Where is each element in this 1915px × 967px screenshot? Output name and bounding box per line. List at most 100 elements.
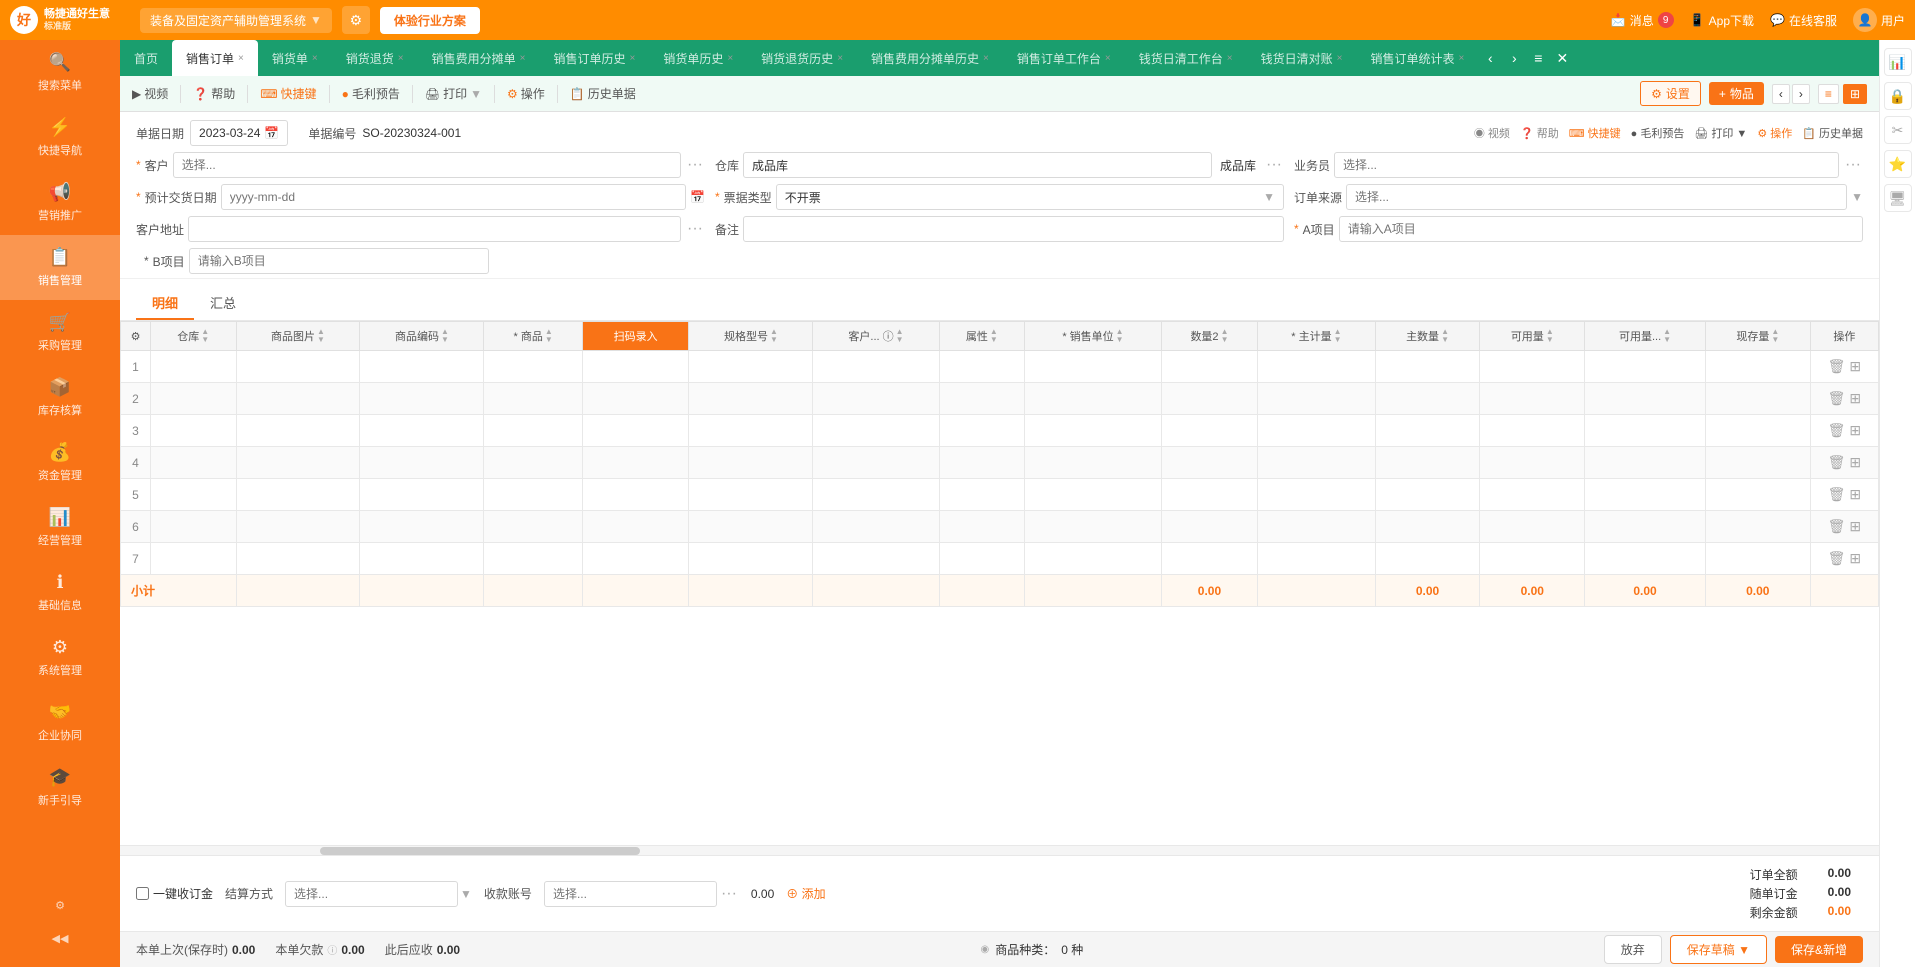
th-qty2[interactable]: 数量2 ▲▼ [1161, 322, 1257, 351]
print-link[interactable]: 🖨 打印 ▼ [1694, 125, 1747, 141]
cell-spec-3[interactable] [689, 415, 813, 447]
cell-barcode-4[interactable] [582, 447, 689, 479]
th-unit[interactable]: * 销售单位 ▲▼ [1025, 322, 1162, 351]
cell-qty2-2[interactable] [1161, 383, 1257, 415]
user-avatar[interactable]: 👤 用户 [1853, 8, 1905, 32]
cell-unit-2[interactable] [1025, 383, 1162, 415]
date-input[interactable]: 2023-03-24 📅 [190, 120, 288, 146]
cell-avail-4[interactable] [1480, 447, 1585, 479]
sidebar-item-info[interactable]: ℹ 基础信息 [0, 560, 120, 625]
sidebar-item-finance[interactable]: 💰 资金管理 [0, 430, 120, 495]
th-image[interactable]: 商品图片 ▲▼ [236, 322, 360, 351]
cell-avail2-2[interactable] [1585, 383, 1706, 415]
scroll-bar[interactable] [120, 845, 1879, 855]
delete-icon-3[interactable]: 🗑 [1828, 422, 1846, 439]
cell-mqty-3[interactable] [1375, 415, 1480, 447]
customer-more-btn[interactable]: ··· [685, 156, 705, 174]
cell-avail-3[interactable] [1480, 415, 1585, 447]
tab-close-sales-stats[interactable]: × [1458, 53, 1464, 64]
th-avail[interactable]: 可用量 ▲▼ [1480, 322, 1585, 351]
cell-code-7[interactable] [360, 543, 484, 575]
delete-icon-5[interactable]: 🗑 [1828, 486, 1846, 503]
right-icon-lock[interactable]: 🔒 [1884, 82, 1912, 110]
cell-stock-5[interactable] [1705, 479, 1810, 511]
cell-attr-1[interactable] [939, 351, 1025, 383]
a-project-input[interactable] [1339, 216, 1863, 242]
cell-spec-1[interactable] [689, 351, 813, 383]
cell-mqty-7[interactable] [1375, 543, 1480, 575]
customer-input[interactable] [173, 152, 681, 178]
sidebar-item-inventory[interactable]: 📦 库存核算 [0, 365, 120, 430]
sidebar-item-purchase[interactable]: 🛒 采购管理 [0, 300, 120, 365]
profit-link[interactable]: ● 毛利预告 [1631, 125, 1685, 141]
tab-close-expense-history[interactable]: × [983, 53, 989, 64]
cell-mqty-1[interactable] [1375, 351, 1480, 383]
cell-ccode-7[interactable] [813, 543, 939, 575]
toolbar-shortcut[interactable]: ⌨ 快捷键 [260, 85, 316, 102]
th-settings[interactable]: ⚙ [121, 322, 151, 351]
right-icon-chart[interactable]: 📊 [1884, 48, 1912, 76]
prev-form-btn[interactable]: ‹ [1772, 84, 1790, 104]
cell-avail-7[interactable] [1480, 543, 1585, 575]
cell-munit-3[interactable] [1258, 415, 1376, 447]
cell-avail-1[interactable] [1480, 351, 1585, 383]
cell-warehouse-3[interactable] [151, 415, 237, 447]
tab-daily-workbench[interactable]: 钱货日清工作台 × [1125, 40, 1247, 76]
copy-icon-6[interactable]: ⊞ [1849, 518, 1861, 535]
cell-barcode-2[interactable] [582, 383, 689, 415]
industry-btn[interactable]: 体验行业方案 [380, 7, 480, 34]
order-source-input[interactable] [1346, 184, 1847, 210]
delivery-input[interactable] [221, 184, 686, 210]
tab-close-daily-workbench[interactable]: × [1227, 53, 1233, 64]
tab-close-order-history[interactable]: × [629, 53, 635, 64]
shortcut-link[interactable]: ⌨ 快捷键 [1569, 125, 1621, 141]
cell-attr-7[interactable] [939, 543, 1025, 575]
cell-goods-4[interactable] [484, 447, 582, 479]
operate-link[interactable]: ⚙ 操作 [1757, 125, 1792, 141]
sidebar-gear-btn[interactable]: ⚙ [0, 889, 120, 922]
b-project-input[interactable] [189, 248, 489, 274]
cell-ccode-3[interactable] [813, 415, 939, 447]
cell-stock-6[interactable] [1705, 511, 1810, 543]
cell-spec-2[interactable] [689, 383, 813, 415]
tab-prev-btn[interactable]: ‹ [1478, 40, 1502, 76]
tab-close-return-history[interactable]: × [837, 53, 843, 64]
toolbar-view[interactable]: ▶ 视频 [132, 85, 168, 102]
toolbar-operate[interactable]: ⚙ 操作 [507, 85, 545, 102]
toolbar-history[interactable]: 📋 历史单据 [570, 85, 636, 102]
cell-spec-7[interactable] [689, 543, 813, 575]
help-link2[interactable]: ❓ 帮助 [1520, 125, 1559, 141]
cell-goods-6[interactable] [484, 511, 582, 543]
tab-sales-goods-history[interactable]: 销货单历史 × [649, 40, 747, 76]
cell-stock-2[interactable] [1705, 383, 1810, 415]
settings-icon[interactable]: ⚙ [342, 6, 370, 34]
cell-avail-5[interactable] [1480, 479, 1585, 511]
tab-close-goods-history[interactable]: × [727, 53, 733, 64]
tab-sales-goods[interactable]: 销货单 × [258, 40, 332, 76]
cell-warehouse-2[interactable] [151, 383, 237, 415]
copy-icon-7[interactable]: ⊞ [1849, 550, 1861, 567]
list-view-btn[interactable]: ≡ [1818, 84, 1839, 104]
one-click-checkbox[interactable] [136, 887, 149, 900]
cell-attr-5[interactable] [939, 479, 1025, 511]
th-barcode[interactable]: 扫码录入 [582, 322, 689, 351]
cell-warehouse-5[interactable] [151, 479, 237, 511]
cell-image-4[interactable] [236, 447, 360, 479]
cell-avail2-7[interactable] [1585, 543, 1706, 575]
th-avail2[interactable]: 可用量... ▲▼ [1585, 322, 1706, 351]
tab-close-sales-order[interactable]: × [238, 53, 244, 64]
cell-ccode-1[interactable] [813, 351, 939, 383]
cell-warehouse-6[interactable] [151, 511, 237, 543]
tab-sales-order[interactable]: 销售订单 × [172, 40, 258, 76]
warehouse-input[interactable] [743, 152, 1212, 178]
cell-stock-7[interactable] [1705, 543, 1810, 575]
cell-code-1[interactable] [360, 351, 484, 383]
cell-warehouse-4[interactable] [151, 447, 237, 479]
cell-barcode-7[interactable] [582, 543, 689, 575]
th-main-qty[interactable]: 主数量 ▲▼ [1375, 322, 1480, 351]
address-more-btn[interactable]: ··· [685, 220, 705, 238]
sidebar-item-cooperation[interactable]: 🤝 企业协同 [0, 690, 120, 755]
cell-image-1[interactable] [236, 351, 360, 383]
th-stock[interactable]: 现存量 ▲▼ [1705, 322, 1810, 351]
cell-avail2-1[interactable] [1585, 351, 1706, 383]
